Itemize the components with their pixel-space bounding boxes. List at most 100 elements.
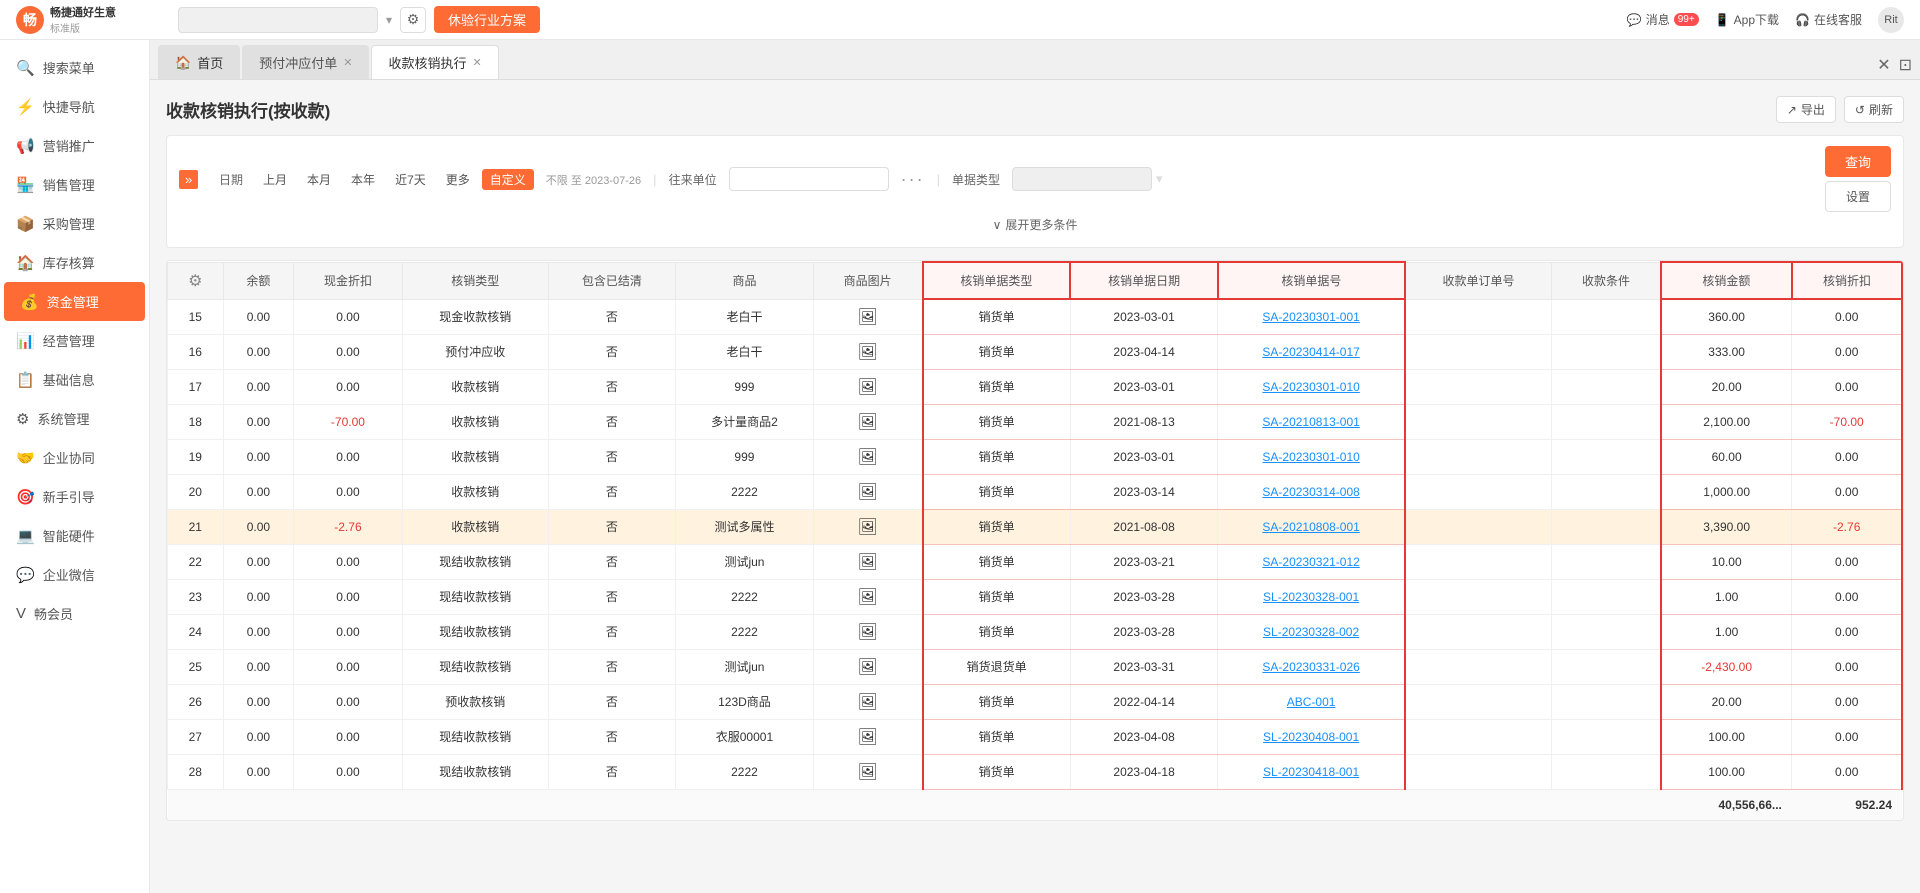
app-download-btn[interactable]: 📱 App下载 [1715,11,1779,28]
expand-more[interactable]: ∨ 展开更多条件 [179,212,1891,237]
col-settings-icon[interactable]: ⚙ [188,273,202,290]
query-btn[interactable]: 查询 [1825,146,1891,177]
expand-tab-btn[interactable]: ⊡ [1899,55,1912,75]
cell-cancel_disc: 0.00 [1792,474,1902,509]
type-select[interactable] [1012,167,1152,191]
cell-balance: 0.00 [223,754,294,789]
sidebar-item-basic[interactable]: 📋基础信息 [0,360,149,399]
table-row: 210.00-2.76收款核销否测试多属性🖼销货单2021-08-08SA-20… [168,509,1903,544]
sidebar-item-marketing[interactable]: 📢营销推广 [0,126,149,165]
export-btn[interactable]: ↗ 导出 [1776,96,1836,123]
sidebar-item-member[interactable]: V畅会员 [0,594,149,633]
cell-bill_no[interactable]: SA-20230301-010 [1218,369,1405,404]
tab-collection-close[interactable]: ✕ [472,56,481,69]
sidebar-item-wechat[interactable]: 💬企业微信 [0,555,149,594]
date-custom[interactable]: 自定义 [482,169,534,190]
sidebar-label-inventory: 库存核算 [43,253,95,272]
table-row: 190.000.00收款核销否999🖼销货单2023-03-01SA-20230… [168,439,1903,474]
sidebar-item-system[interactable]: ⚙系统管理 [0,399,149,438]
cell-bill_no[interactable]: SA-20230301-001 [1218,299,1405,334]
settings-icon[interactable]: ⚙ [400,7,426,33]
col-header-goods: 商品 [676,262,814,299]
sidebar-item-guide[interactable]: 🎯新手引导 [0,477,149,516]
tab-prepay[interactable]: 预付冲应付单 ✕ [242,45,369,79]
tab-collection[interactable]: 收款核销执行 ✕ [371,45,498,79]
cell-type: 现结收款核销 [402,754,548,789]
cell-cash_discount: 0.00 [294,579,402,614]
sidebar-item-business[interactable]: 📊经营管理 [0,321,149,360]
sidebar-icon-search: 🔍 [16,59,35,77]
sidebar-label-purchase: 采购管理 [43,214,95,233]
cell-cancel_disc: 0.00 [1792,754,1902,789]
cell-receipt_no [1405,614,1552,649]
table-row: 160.000.00预付冲应收否老白干🖼销货单2023-04-14SA-2023… [168,334,1903,369]
cell-bill_no[interactable]: SA-20210813-001 [1218,404,1405,439]
cell-goods: 2222 [676,754,814,789]
message-btn[interactable]: 💬 消息 99+ [1627,11,1699,28]
sidebar-item-finance[interactable]: 💰资金管理 [4,282,145,321]
sidebar-item-enterprise[interactable]: 🤝企业协同 [0,438,149,477]
tab-prepay-close[interactable]: ✕ [343,56,352,69]
cell-bill_type: 销货单 [923,369,1071,404]
cell-bill_no[interactable]: SA-20230321-012 [1218,544,1405,579]
service-btn[interactable]: 🎧 在线客服 [1795,11,1862,28]
source-input[interactable] [729,167,889,191]
cell-bill_no[interactable]: ABC-001 [1218,684,1405,719]
tab-home-label: 首页 [197,53,223,72]
cell-bill_type: 销货单 [923,719,1071,754]
cell-settings: 17 [168,369,224,404]
sidebar-item-search[interactable]: 🔍搜索菜单 [0,48,149,87]
setting-btn[interactable]: 设置 [1825,181,1891,212]
industry-btn[interactable]: 休验行业方案 [434,6,540,33]
cell-cancel_amt: 360.00 [1661,299,1792,334]
search-input[interactable] [178,7,378,33]
sidebar-item-sales[interactable]: 🏪销售管理 [0,165,149,204]
cell-cancel_amt: 20.00 [1661,369,1792,404]
col-header-cash_discount: 现金折扣 [294,262,402,299]
cell-bill_no[interactable]: SA-20210808-001 [1218,509,1405,544]
cell-balance: 0.00 [223,544,294,579]
dropdown-chevron-icon[interactable]: ▾ [386,13,392,27]
cell-settings: 21 [168,509,224,544]
table-row: 150.000.00现金收款核销否老白干🖼销货单2023-03-01SA-202… [168,299,1903,334]
date-more[interactable]: 更多 [438,169,478,190]
cell-bill_no[interactable]: SL-20230408-001 [1218,719,1405,754]
cell-bill_no[interactable]: SA-20230331-026 [1218,649,1405,684]
cell-bill_no[interactable]: SL-20230328-001 [1218,579,1405,614]
cell-bill_no[interactable]: SL-20230328-002 [1218,614,1405,649]
cell-bill_no[interactable]: SA-20230314-008 [1218,474,1405,509]
cell-receipt_no [1405,439,1552,474]
date-last-month[interactable]: 上月 [255,169,295,190]
close-tab-btn[interactable]: ✕ [1877,55,1890,75]
cell-bill_no[interactable]: SA-20230301-010 [1218,439,1405,474]
sidebar-icon-basic: 📋 [16,371,35,389]
sidebar-item-hardware[interactable]: 💻智能硬件 [0,516,149,555]
tab-home[interactable]: 🏠 首页 [158,45,240,79]
cell-receipt_no [1405,719,1552,754]
filter-expand-icon[interactable]: » [179,170,207,189]
cell-cancel_amt: -2,430.00 [1661,649,1792,684]
goods-img-icon: 🖼 [858,449,878,466]
table-row: 180.00-70.00收款核销否多计量商品2🖼销货单2021-08-13SA-… [168,404,1903,439]
cell-bill_date: 2023-04-08 [1070,719,1218,754]
date-this-month[interactable]: 本月 [299,169,339,190]
date-this-year[interactable]: 本年 [343,169,383,190]
user-avatar[interactable]: Rit [1878,7,1904,33]
cell-bill_type: 销货单 [923,509,1071,544]
cell-bill_no[interactable]: SA-20230414-017 [1218,334,1405,369]
cell-cash_discount: 0.00 [294,334,402,369]
app-icon: 📱 [1715,13,1730,27]
filter-dots[interactable]: ··· [901,169,925,190]
cell-bill_type: 销货单 [923,334,1071,369]
sidebar-item-quick-nav[interactable]: ⚡快捷导航 [0,87,149,126]
cell-bill_no[interactable]: SL-20230418-001 [1218,754,1405,789]
date-7days[interactable]: 近7天 [387,169,434,190]
goods-img-icon: 🖼 [858,624,878,641]
sidebar-item-inventory[interactable]: 🏠库存核算 [0,243,149,282]
brand-logo: 畅 [16,6,44,34]
sidebar-item-purchase[interactable]: 📦采购管理 [0,204,149,243]
sidebar: 🔍搜索菜单⚡快捷导航📢营销推广🏪销售管理📦采购管理🏠库存核算💰资金管理📊经营管理… [0,40,150,893]
refresh-btn[interactable]: ↺ 刷新 [1844,96,1904,123]
page-title: 收款核销执行(按收款) [166,97,330,122]
cell-receipt_cond [1552,754,1661,789]
